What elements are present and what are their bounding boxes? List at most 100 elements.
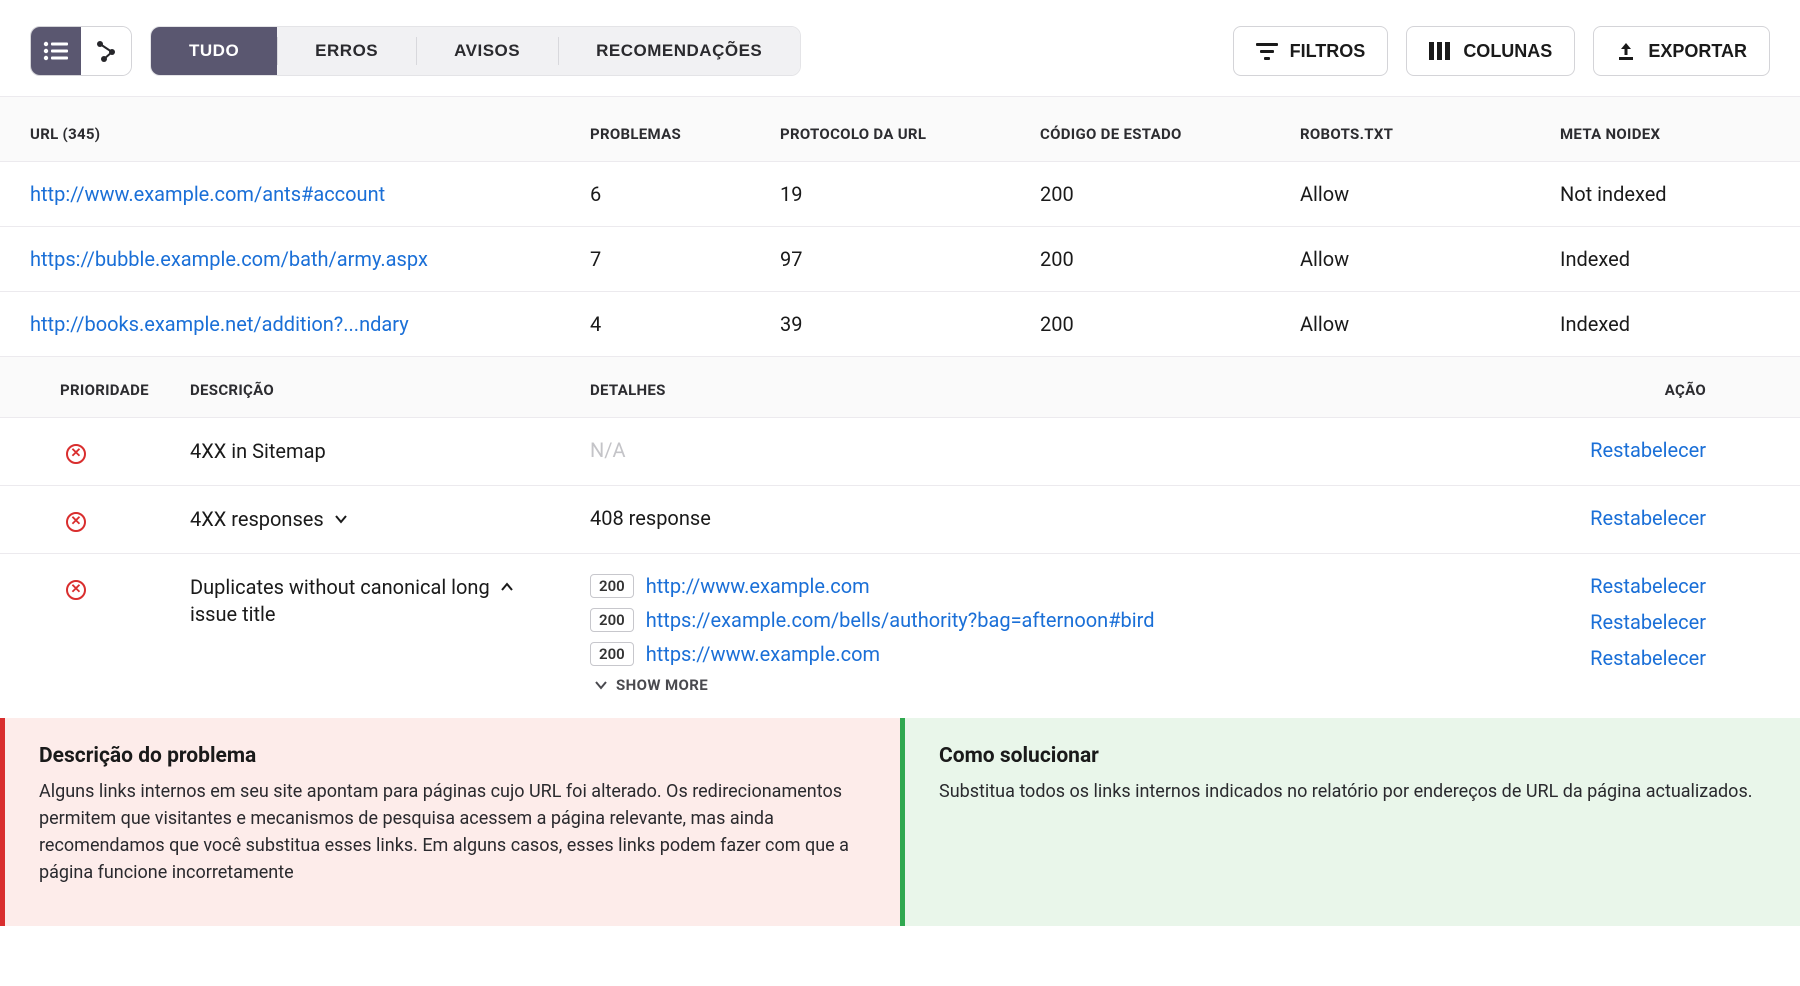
list-icon [43, 41, 69, 61]
issue-row: ✕ 4XX in Sitemap N/A Restabelecer [0, 418, 1800, 486]
col-desc: DESCRIÇÃO [190, 381, 590, 399]
show-more-label: SHOW MORE [616, 676, 708, 694]
cell-robots: Allow [1300, 182, 1560, 206]
tab-erros[interactable]: ERROS [277, 27, 416, 75]
tree-icon [94, 39, 118, 63]
tab-tudo[interactable]: TUDO [151, 27, 277, 75]
table-row[interactable]: http://books.example.net/addition?...nda… [0, 292, 1800, 357]
columns-button[interactable]: COLUNAS [1406, 26, 1575, 76]
solution-panel: Como solucionar Substitua todos os links… [900, 718, 1800, 926]
issues-subtable: PRIORIDADE DESCRIÇÃO DETALHES AÇÃO ✕ 4XX… [0, 357, 1800, 714]
problem-description-panel: Descrição do problema Alguns links inter… [0, 718, 900, 926]
top-toolbar: TUDO ERROS AVISOS RECOMENDAÇÕES FILTROS … [0, 0, 1800, 96]
priority-cell: ✕ [60, 574, 190, 600]
export-button[interactable]: EXPORTAR [1593, 26, 1770, 76]
table-row[interactable]: https://bubble.example.com/bath/army.asp… [0, 227, 1800, 292]
detail-url-item: 200 https://www.example.com [590, 642, 1570, 666]
issue-row: ✕ 4XX responses 408 response Restabelece… [0, 486, 1800, 554]
detail-url-link[interactable]: https://example.com/bells/authority?bag=… [646, 608, 1155, 632]
restore-action[interactable]: Restabelecer [1570, 438, 1770, 462]
col-problems[interactable]: PROBLEMAS [590, 125, 780, 143]
priority-cell: ✕ [60, 506, 190, 532]
status-badge: 200 [590, 574, 634, 598]
col-priority: PRIORIDADE [60, 381, 190, 399]
detail-url-item: 200 https://example.com/bells/authority?… [590, 608, 1570, 632]
issue-desc: Duplicates without canonical long issue … [190, 574, 490, 628]
details-cell: 408 response [590, 506, 1570, 530]
view-toggle [30, 26, 132, 76]
restore-action[interactable]: Restabelecer [1570, 610, 1770, 634]
table-row[interactable]: http://www.example.com/ants#account 6 19… [0, 162, 1800, 227]
details-cell: 200 http://www.example.com 200 https://e… [590, 574, 1570, 694]
table-header-row: URL (345) PROBLEMAS PROTOCOLO DA URL CÓD… [0, 96, 1800, 162]
col-meta[interactable]: META NOIDEX [1560, 125, 1770, 143]
cell-protocol: 19 [780, 182, 1040, 206]
url-link[interactable]: http://www.example.com/ants#account [30, 182, 590, 206]
chevron-down-icon [594, 678, 608, 692]
tab-recomendacoes[interactable]: RECOMENDAÇÕES [558, 27, 800, 75]
action-cell: Restabelecer Restabelecer Restabelecer [1570, 574, 1770, 670]
desc-cell[interactable]: Duplicates without canonical long issue … [190, 574, 590, 628]
cell-meta: Not indexed [1560, 182, 1770, 206]
cell-problems: 6 [590, 182, 780, 206]
show-more-button[interactable]: SHOW MORE [594, 676, 1570, 694]
priority-cell: ✕ [60, 438, 190, 464]
cell-meta: Indexed [1560, 247, 1770, 271]
cell-protocol: 39 [780, 312, 1040, 336]
panel-body: Substitua todos os links internos indica… [939, 778, 1770, 805]
export-label: EXPORTAR [1648, 41, 1747, 62]
upload-icon [1616, 41, 1636, 61]
col-protocol[interactable]: PROTOCOLO DA URL [780, 125, 1040, 143]
cell-problems: 4 [590, 312, 780, 336]
error-icon: ✕ [66, 512, 86, 532]
panel-title: Como solucionar [939, 744, 1770, 768]
issues-header-row: PRIORIDADE DESCRIÇÃO DETALHES AÇÃO [0, 357, 1800, 418]
filter-icon [1256, 42, 1278, 60]
filters-label: FILTROS [1290, 41, 1366, 62]
filters-button[interactable]: FILTROS [1233, 26, 1389, 76]
filter-tabs: TUDO ERROS AVISOS RECOMENDAÇÕES [150, 26, 801, 76]
tree-view-button[interactable] [81, 27, 131, 75]
cell-problems: 7 [590, 247, 780, 271]
error-icon: ✕ [66, 580, 86, 600]
issue-row: ✕ Duplicates without canonical long issu… [0, 554, 1800, 714]
restore-action[interactable]: Restabelecer [1570, 574, 1770, 598]
tab-avisos[interactable]: AVISOS [416, 27, 558, 75]
cell-protocol: 97 [780, 247, 1040, 271]
details-cell: N/A [590, 438, 1570, 462]
cell-status: 200 [1040, 247, 1300, 271]
col-action: AÇÃO [1570, 381, 1770, 399]
panel-title: Descrição do problema [39, 744, 870, 768]
restore-action[interactable]: Restabelecer [1570, 506, 1770, 530]
detail-url-link[interactable]: http://www.example.com [646, 574, 870, 598]
status-badge: 200 [590, 642, 634, 666]
error-icon: ✕ [66, 444, 86, 464]
url-table: URL (345) PROBLEMAS PROTOCOLO DA URL CÓD… [0, 96, 1800, 357]
url-link[interactable]: https://bubble.example.com/bath/army.asp… [30, 247, 590, 271]
cell-robots: Allow [1300, 247, 1560, 271]
columns-label: COLUNAS [1463, 41, 1552, 62]
desc-cell[interactable]: 4XX responses [190, 506, 590, 533]
panel-body: Alguns links internos em seu site aponta… [39, 778, 870, 886]
col-url[interactable]: URL (345) [30, 125, 590, 143]
issue-desc: 4XX in Sitemap [190, 438, 326, 465]
status-badge: 200 [590, 608, 634, 632]
issue-desc: 4XX responses [190, 506, 324, 533]
col-status[interactable]: CÓDIGO DE ESTADO [1040, 125, 1300, 143]
columns-icon [1429, 42, 1451, 60]
url-link[interactable]: http://books.example.net/addition?...nda… [30, 312, 590, 336]
detail-url-link[interactable]: https://www.example.com [646, 642, 880, 666]
chevron-up-icon [500, 580, 514, 594]
restore-action[interactable]: Restabelecer [1570, 646, 1770, 670]
chevron-down-icon [334, 512, 348, 526]
col-robots[interactable]: ROBOTS.TXT [1300, 125, 1560, 143]
cell-meta: Indexed [1560, 312, 1770, 336]
detail-url-item: 200 http://www.example.com [590, 574, 1570, 598]
desc-cell: 4XX in Sitemap [190, 438, 590, 465]
cell-status: 200 [1040, 182, 1300, 206]
list-view-button[interactable] [31, 27, 81, 75]
cell-robots: Allow [1300, 312, 1560, 336]
cell-status: 200 [1040, 312, 1300, 336]
help-panels: Descrição do problema Alguns links inter… [0, 718, 1800, 926]
col-details: DETALHES [590, 381, 1570, 399]
